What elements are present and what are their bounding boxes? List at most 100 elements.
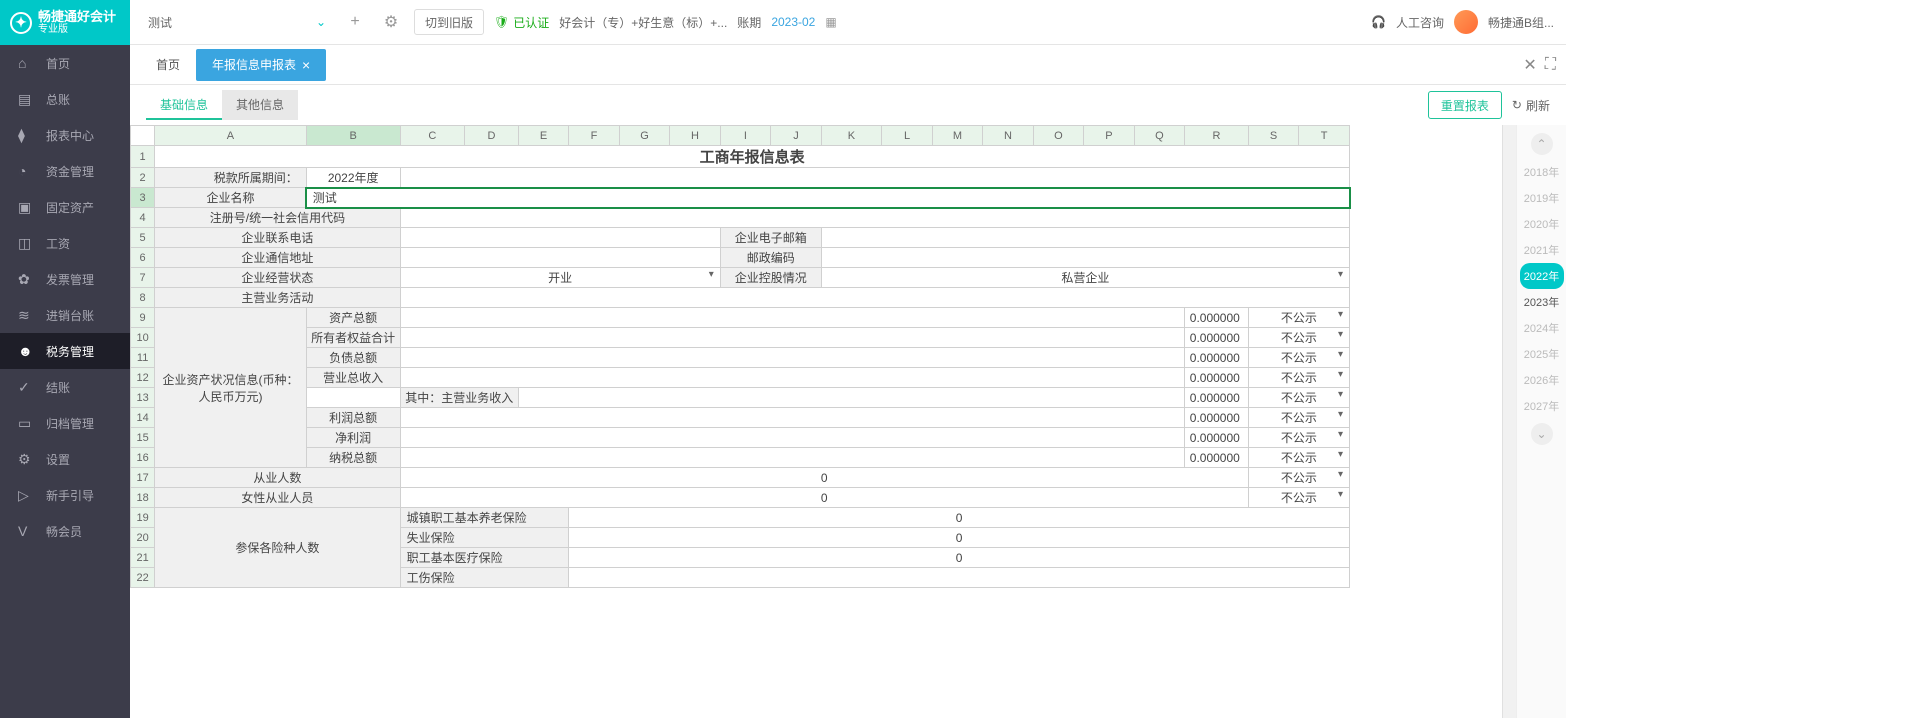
row-18[interactable]: 18 (131, 488, 155, 508)
col-S[interactable]: S (1248, 126, 1298, 146)
col-H[interactable]: H (670, 126, 720, 146)
row-21[interactable]: 21 (131, 548, 155, 568)
row-5[interactable]: 5 (131, 228, 155, 248)
logo: ✦ 畅捷通好会计专业版 (0, 0, 130, 45)
col-P[interactable]: P (1084, 126, 1134, 146)
nav-icon: V (18, 523, 36, 539)
scrollbar[interactable] (1502, 125, 1516, 718)
spreadsheet[interactable]: ABCDEFGHIJKLMNOPQRST 1工商年报信息表2税款所属期间：202… (130, 125, 1350, 588)
row-13[interactable]: 13 (131, 388, 155, 408)
year-2020年[interactable]: 2020年 (1520, 211, 1564, 237)
nav-新手引导[interactable]: ▷新手引导 (0, 477, 130, 513)
year-2018年[interactable]: 2018年 (1520, 159, 1564, 185)
refresh-button[interactable]: ↻刷新 (1512, 97, 1550, 114)
row-19[interactable]: 19 (131, 508, 155, 528)
nav-icon: ⧫ (18, 127, 36, 144)
row-14[interactable]: 14 (131, 408, 155, 428)
calendar-icon[interactable]: ▦ (825, 15, 836, 29)
gear-icon[interactable]: ⚙ (378, 9, 404, 35)
row-17[interactable]: 17 (131, 468, 155, 488)
col-A[interactable]: A (155, 126, 306, 146)
row-4[interactable]: 4 (131, 208, 155, 228)
nav-畅会员[interactable]: V畅会员 (0, 513, 130, 549)
col-D[interactable]: D (465, 126, 519, 146)
year-2024年[interactable]: 2024年 (1520, 315, 1564, 341)
year-2023年[interactable]: 2023年 (1520, 289, 1564, 315)
nav-icon: ▷ (18, 487, 36, 504)
row-15[interactable]: 15 (131, 428, 155, 448)
col-E[interactable]: E (518, 126, 568, 146)
col-I[interactable]: I (720, 126, 770, 146)
col-G[interactable]: G (619, 126, 669, 146)
row-10[interactable]: 10 (131, 328, 155, 348)
tab-home[interactable]: 首页 (140, 49, 196, 81)
year-2027年[interactable]: 2027年 (1520, 393, 1564, 419)
corner-cell[interactable] (131, 126, 155, 146)
row-7[interactable]: 7 (131, 268, 155, 288)
col-N[interactable]: N (983, 126, 1033, 146)
nav-icon: ☻ (18, 343, 36, 359)
nav-首页[interactable]: ⌂首页 (0, 45, 130, 81)
year-2022年[interactable]: 2022年 (1520, 263, 1564, 289)
topbar: 测试⌄ + ⚙ 切到旧版 🛡已认证 好会计（专）+好生意（标）+... 账期 2… (130, 0, 1566, 45)
tab-report[interactable]: 年报信息申报表× (196, 49, 326, 81)
col-K[interactable]: K (821, 126, 882, 146)
row-3[interactable]: 3 (131, 188, 155, 208)
row-6[interactable]: 6 (131, 248, 155, 268)
row-8[interactable]: 8 (131, 288, 155, 308)
nav-固定资产[interactable]: ▣固定资产 (0, 189, 130, 225)
col-C[interactable]: C (400, 126, 464, 146)
headset-icon[interactable]: 🎧 (1371, 15, 1386, 29)
year-2025年[interactable]: 2025年 (1520, 341, 1564, 367)
col-O[interactable]: O (1033, 126, 1083, 146)
row-20[interactable]: 20 (131, 528, 155, 548)
nav-报表中心[interactable]: ⧫报表中心 (0, 117, 130, 153)
period-value[interactable]: 2023-02 (771, 15, 815, 29)
col-T[interactable]: T (1299, 126, 1350, 146)
row-22[interactable]: 22 (131, 568, 155, 588)
col-J[interactable]: J (771, 126, 821, 146)
col-Q[interactable]: Q (1134, 126, 1184, 146)
subtab-other[interactable]: 其他信息 (222, 90, 298, 120)
year-2021年[interactable]: 2021年 (1520, 237, 1564, 263)
row-16[interactable]: 16 (131, 448, 155, 468)
nav-结账[interactable]: ✓结账 (0, 369, 130, 405)
add-icon[interactable]: + (342, 9, 368, 35)
col-F[interactable]: F (569, 126, 619, 146)
switch-old-button[interactable]: 切到旧版 (414, 9, 484, 35)
nav-进销台账[interactable]: ≋进销台账 (0, 297, 130, 333)
close-all-icon[interactable]: ✕ (1523, 55, 1536, 75)
year-up-icon[interactable]: ⌃ (1531, 133, 1553, 155)
company-select[interactable]: 测试⌄ (142, 8, 332, 36)
nav-icon: ✓ (18, 379, 36, 396)
year-down-icon[interactable]: ⌄ (1531, 423, 1553, 445)
nav-归档管理[interactable]: ▭归档管理 (0, 405, 130, 441)
avatar[interactable] (1454, 10, 1478, 34)
nav-设置[interactable]: ⚙设置 (0, 441, 130, 477)
chevron-down-icon: ⌄ (316, 15, 326, 29)
reset-button[interactable]: 重置报表 (1428, 91, 1502, 119)
manual-link[interactable]: 人工咨询 (1396, 14, 1444, 31)
nav-工资[interactable]: ◫工资 (0, 225, 130, 261)
row-11[interactable]: 11 (131, 348, 155, 368)
row-1[interactable]: 1 (131, 146, 155, 168)
fullscreen-icon[interactable]: ⛶ (1545, 56, 1556, 74)
row-9[interactable]: 9 (131, 308, 155, 328)
nav-icon: ▣ (18, 199, 36, 216)
year-2019年[interactable]: 2019年 (1520, 185, 1564, 211)
nav-资金管理[interactable]: ◔资金管理 (0, 153, 130, 189)
nav-icon: ≋ (18, 307, 36, 324)
nav-税务管理[interactable]: ☻税务管理 (0, 333, 130, 369)
nav-发票管理[interactable]: ✿发票管理 (0, 261, 130, 297)
subtab-basic[interactable]: 基础信息 (146, 90, 222, 120)
user-name[interactable]: 畅捷通B组... (1488, 14, 1554, 31)
close-icon[interactable]: × (302, 57, 310, 73)
row-2[interactable]: 2 (131, 168, 155, 188)
year-2026年[interactable]: 2026年 (1520, 367, 1564, 393)
col-B[interactable]: B (306, 126, 400, 146)
row-12[interactable]: 12 (131, 368, 155, 388)
col-L[interactable]: L (882, 126, 932, 146)
nav-总账[interactable]: ▤总账 (0, 81, 130, 117)
col-R[interactable]: R (1185, 126, 1249, 146)
col-M[interactable]: M (932, 126, 982, 146)
